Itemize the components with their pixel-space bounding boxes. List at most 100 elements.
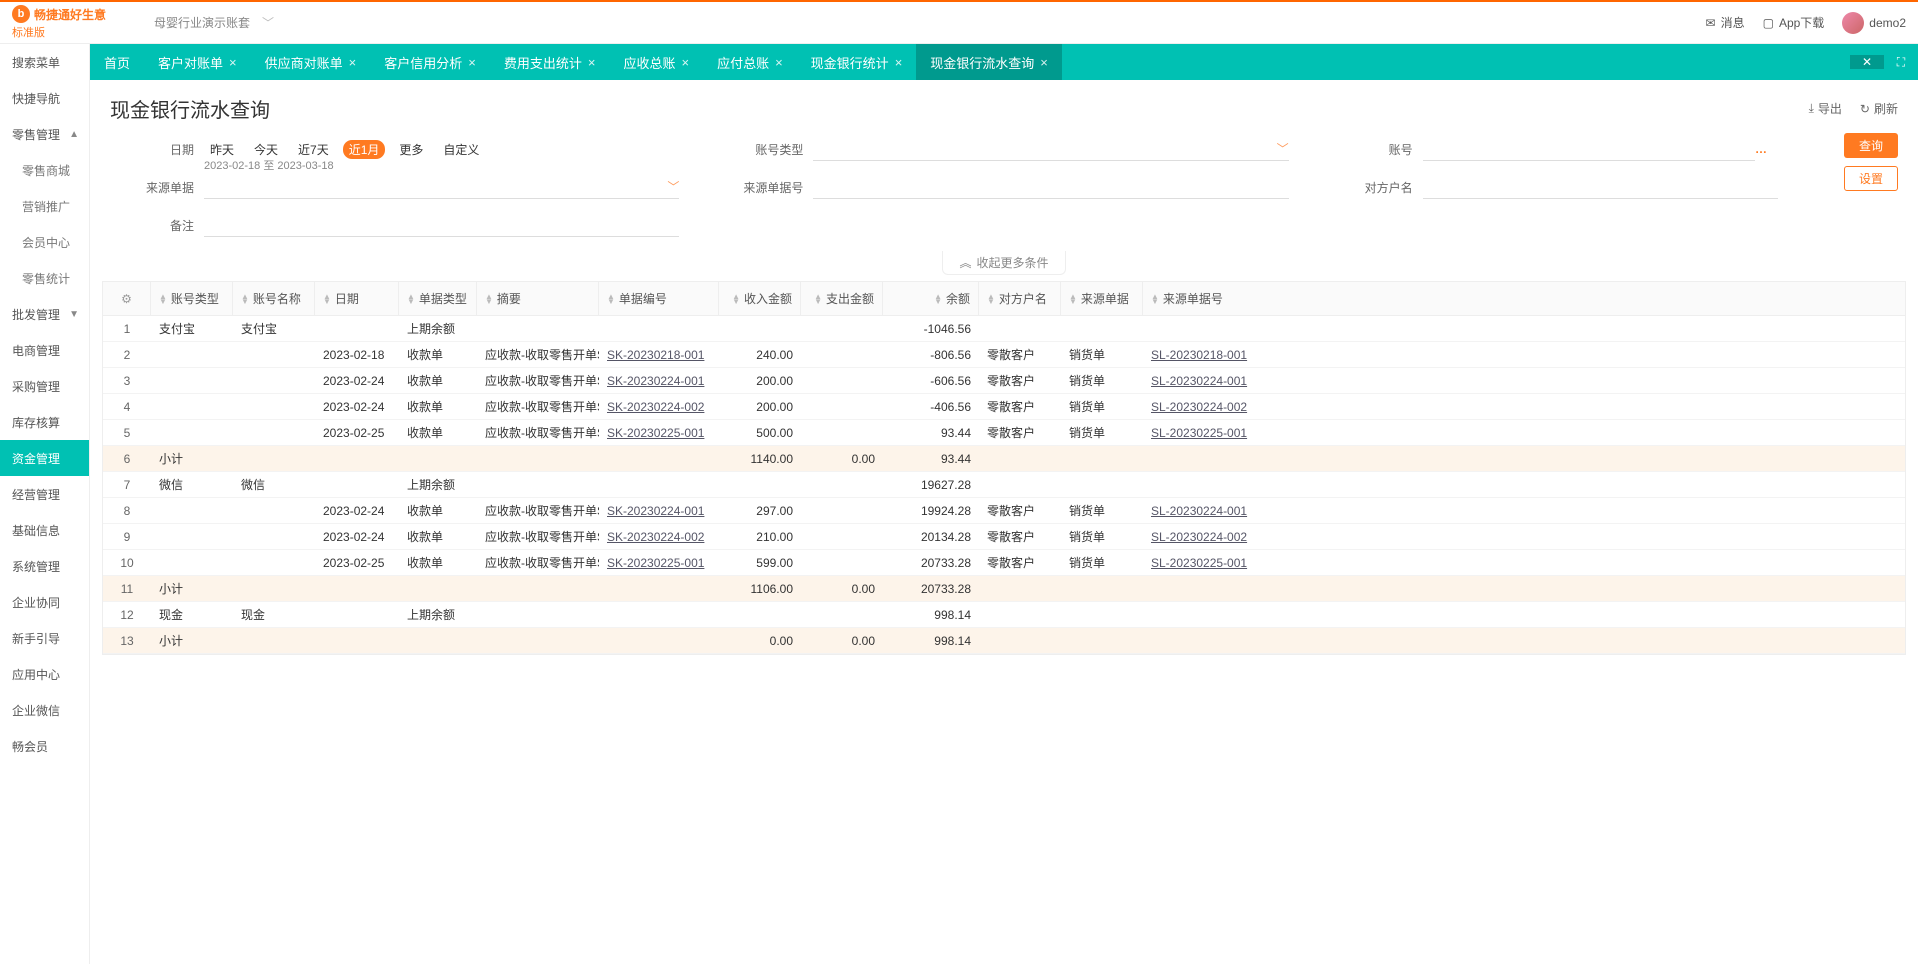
bill-link[interactable]: SK-20230224-001	[607, 374, 704, 388]
col-expense[interactable]: ▲▼支出金额	[801, 282, 883, 315]
src-billno-input[interactable]	[813, 175, 1288, 199]
src-bill-label: 来源单据	[110, 179, 194, 196]
close-icon[interactable]: ×	[1040, 55, 1048, 70]
tab[interactable]: 客户信用分析×	[370, 44, 490, 80]
gear-icon[interactable]: ⚙	[121, 292, 132, 306]
export-button[interactable]: ⤓ 导出	[1809, 100, 1842, 117]
sidebar-item[interactable]: 快捷导航	[0, 80, 89, 116]
date-preset[interactable]: 更多	[393, 140, 429, 159]
bill-link[interactable]: SK-20230224-001	[607, 504, 704, 518]
close-icon[interactable]: ×	[895, 55, 903, 70]
sidebar-item[interactable]: 资金管理	[0, 440, 89, 476]
sidebar-item[interactable]: 企业协同	[0, 584, 89, 620]
close-all-tabs-button[interactable]: ✕	[1850, 55, 1884, 69]
tab[interactable]: 客户对账单×	[144, 44, 251, 80]
col-date[interactable]: ▲▼日期	[315, 282, 399, 315]
sidebar-item[interactable]: 应用中心	[0, 656, 89, 692]
caret-icon: ▼	[69, 309, 79, 320]
sidebar-item[interactable]: 采购管理	[0, 368, 89, 404]
sidebar-item[interactable]: 库存核算	[0, 404, 89, 440]
settings-button[interactable]: 设置	[1844, 166, 1898, 191]
counter-input[interactable]	[1423, 175, 1778, 199]
query-button[interactable]: 查询	[1844, 133, 1898, 158]
tab[interactable]: 费用支出统计×	[490, 44, 610, 80]
tab[interactable]: 现金银行统计×	[797, 44, 917, 80]
sidebar-item[interactable]: 零售商城	[0, 152, 89, 188]
bill-link[interactable]: SK-20230224-002	[607, 400, 704, 414]
close-icon[interactable]: ×	[229, 55, 237, 70]
fullscreen-button[interactable]: ⛶	[1884, 55, 1918, 70]
bill-link[interactable]: SK-20230225-001	[607, 426, 704, 440]
col-source-billno[interactable]: ▲▼来源单据号	[1143, 282, 1905, 315]
close-icon[interactable]: ×	[681, 55, 689, 70]
messages-button[interactable]: ✉ 消息	[1706, 14, 1745, 31]
bill-link[interactable]: SL-20230225-001	[1151, 556, 1247, 570]
col-source-bill[interactable]: ▲▼来源单据	[1061, 282, 1143, 315]
src-bill-select[interactable]: ﹀	[204, 175, 679, 199]
bill-link[interactable]: SL-20230218-001	[1151, 348, 1247, 362]
close-icon[interactable]: ×	[468, 55, 476, 70]
acct-type-select[interactable]: ﹀	[813, 137, 1288, 161]
sidebar-item[interactable]: 批发管理▼	[0, 296, 89, 332]
collapse-filters-button[interactable]: ︽ 收起更多条件	[942, 251, 1065, 275]
col-acct-type[interactable]: ▲▼账号类型	[151, 282, 233, 315]
account-selector[interactable]: 母婴行业演示账套 ﹀	[146, 14, 282, 31]
date-preset[interactable]: 今天	[248, 140, 284, 159]
export-icon: ⤓	[1809, 101, 1814, 116]
date-preset[interactable]: 近7天	[292, 140, 335, 159]
topbar: b 畅捷通好生意 标准版 母婴行业演示账套 ﹀ ✉ 消息 ▢ App下载 dem…	[0, 0, 1918, 44]
col-acct-name[interactable]: ▲▼账号名称	[233, 282, 315, 315]
app-download-button[interactable]: ▢ App下载	[1763, 14, 1825, 31]
bill-link[interactable]: SL-20230224-002	[1151, 530, 1247, 544]
bill-link[interactable]: SK-20230218-001	[607, 348, 704, 362]
col-bill-type[interactable]: ▲▼单据类型	[399, 282, 477, 315]
sidebar-item[interactable]: 会员中心	[0, 224, 89, 260]
col-summary[interactable]: ▲▼摘要	[477, 282, 599, 315]
logo-icon: b	[12, 5, 30, 23]
sidebar-item[interactable]: 畅会员	[0, 728, 89, 764]
bill-link[interactable]: SK-20230225-001	[607, 556, 704, 570]
sidebar-item[interactable]: 系统管理	[0, 548, 89, 584]
tab[interactable]: 应付总账×	[703, 44, 797, 80]
sidebar-item[interactable]: 电商管理	[0, 332, 89, 368]
col-billno[interactable]: ▲▼单据编号	[599, 282, 719, 315]
table-row: 102023-02-25收款单应收款-收取零售开单SL-2SK-20230225…	[103, 550, 1905, 576]
col-balance[interactable]: ▲▼余额	[883, 282, 979, 315]
edition-label: 标准版	[12, 24, 45, 40]
chevron-up-icon: ︽	[959, 254, 971, 271]
tab[interactable]: 应收总账×	[609, 44, 703, 80]
close-icon[interactable]: ×	[588, 55, 596, 70]
sidebar-item[interactable]: 基础信息	[0, 512, 89, 548]
close-icon[interactable]: ×	[349, 55, 357, 70]
tab[interactable]: 首页	[90, 44, 144, 80]
remark-input[interactable]	[204, 213, 679, 237]
sidebar-item[interactable]: 经营管理	[0, 476, 89, 512]
close-icon: ✕	[1862, 55, 1872, 69]
bill-link[interactable]: SL-20230224-002	[1151, 400, 1247, 414]
bill-link[interactable]: SL-20230224-001	[1151, 374, 1247, 388]
date-range: 2023-02-18 至 2023-03-18	[204, 157, 334, 173]
col-income[interactable]: ▲▼收入金额	[719, 282, 801, 315]
refresh-button[interactable]: ↻ 刷新	[1860, 100, 1898, 117]
sidebar-item[interactable]: 搜索菜单	[0, 44, 89, 80]
bill-link[interactable]: SK-20230224-002	[607, 530, 704, 544]
date-preset[interactable]: 昨天	[204, 140, 240, 159]
bill-link[interactable]: SL-20230224-001	[1151, 504, 1247, 518]
close-icon[interactable]: ×	[775, 55, 783, 70]
bill-link[interactable]: SL-20230225-001	[1151, 426, 1247, 440]
table-row: 82023-02-24收款单应收款-收取零售开单SL-2SK-20230224-…	[103, 498, 1905, 524]
user-menu[interactable]: demo2	[1842, 12, 1906, 34]
sidebar-item[interactable]: 零售统计	[0, 260, 89, 296]
sidebar-item[interactable]: 企业微信	[0, 692, 89, 728]
date-preset[interactable]: 自定义	[437, 140, 485, 159]
date-preset[interactable]: 近1月	[343, 140, 386, 159]
col-counterparty[interactable]: ▲▼对方户名	[979, 282, 1061, 315]
table-row: 1支付宝支付宝上期余额-1046.56	[103, 316, 1905, 342]
acct-select[interactable]	[1423, 137, 1755, 161]
sidebar-item[interactable]: 营销推广	[0, 188, 89, 224]
tab[interactable]: 现金银行流水查询×	[916, 44, 1062, 80]
sidebar-item[interactable]: 零售管理▲	[0, 116, 89, 152]
sidebar-item[interactable]: 新手引导	[0, 620, 89, 656]
acct-more-button[interactable]: …	[1755, 142, 1768, 156]
tab[interactable]: 供应商对账单×	[251, 44, 371, 80]
